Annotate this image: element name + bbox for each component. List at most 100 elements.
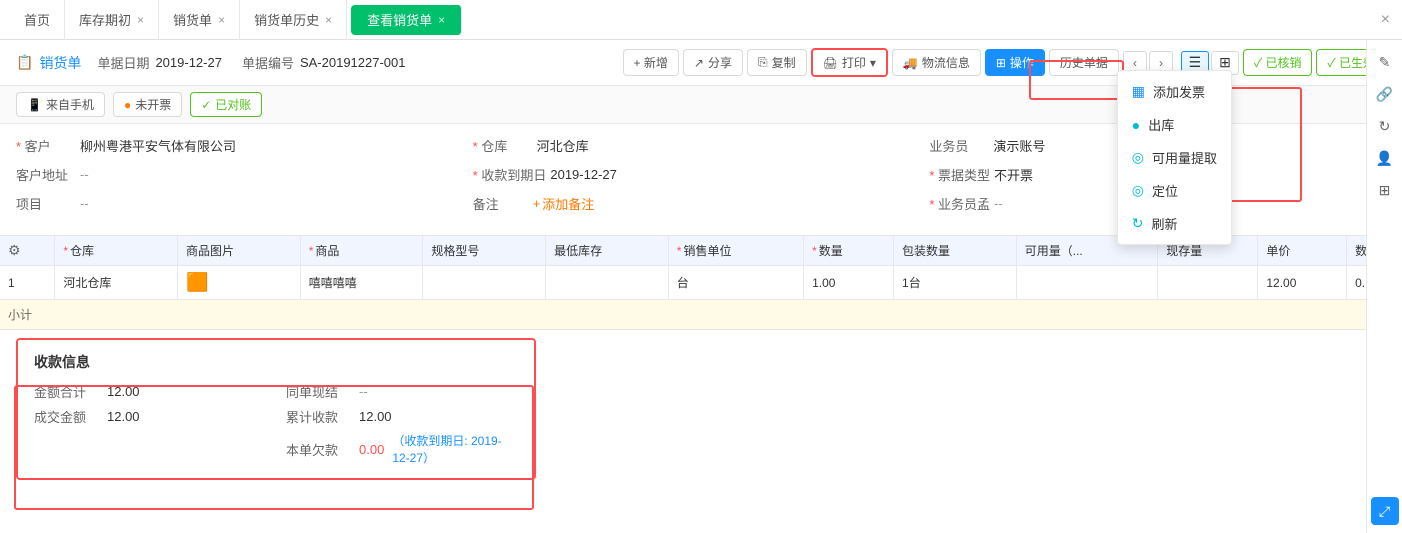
truck-icon: 🚚 (903, 56, 918, 70)
doc-icon: 📋 (16, 54, 33, 71)
cell-min-stock (546, 266, 669, 300)
customer-label: 客户 (16, 136, 76, 155)
check-button[interactable]: ✓ 已对账 (190, 92, 262, 117)
history-button[interactable]: 历史单据 (1049, 49, 1119, 76)
operations-dropdown: ▦ 添加发票 ● 出库 ◎ 可用量提取 ◎ 定位 ↻ 刷新 (1117, 70, 1232, 245)
th-warehouse: *仓库 (55, 236, 178, 266)
logistics-button[interactable]: 🚚 物流信息 (892, 49, 981, 76)
from-phone-button[interactable]: 📱 来自手机 (16, 92, 105, 117)
payment-due-row: 本单欠款 0.00 （收款到期日: 2019-12-27） (286, 432, 518, 466)
not-open-button[interactable]: ● 未开票 (113, 92, 182, 117)
th-image: 商品图片 (178, 236, 301, 266)
link-sidebar-button[interactable]: 🔗 (1371, 80, 1399, 108)
payment-due-value: 0.00 (359, 442, 384, 457)
address-label: 客户地址 (16, 165, 76, 184)
tab-close-check[interactable]: × (438, 13, 445, 27)
subtotal-label: 小计 (0, 300, 1402, 330)
locate-item[interactable]: ◎ 定位 (1118, 174, 1231, 207)
doc-date-value: 2019-12-27 (155, 55, 222, 70)
tab-close-sales[interactable]: × (218, 13, 225, 27)
refresh-icon: ↻ (1132, 215, 1144, 232)
sales-staff-value: -- (994, 196, 1003, 211)
payment-total-label: 金额合计 (34, 382, 99, 401)
customer-value: 柳州粤港平安气体有限公司 (80, 136, 236, 155)
payment-grid: 金额合计 12.00 同单现结 -- 成交金额 12.00 累计收款 12.00 (34, 382, 518, 466)
phone-icon: 📱 (27, 98, 42, 112)
subtotal-row: 小计 (0, 300, 1402, 330)
tab-bar: 首页 库存期初 × 销货单 × 销货单历史 × 查看销货单 × × (0, 0, 1402, 40)
payment-box: 收款信息 金额合计 12.00 同单现结 -- 成交金额 12.00 累计收款 … (16, 338, 536, 480)
tab-close-inventory[interactable]: × (137, 13, 144, 27)
available-icon: ◎ (1132, 149, 1144, 166)
payment-same-order-label: 同单现结 (286, 382, 351, 401)
payment-cumulative-label: 累计收款 (286, 407, 351, 426)
outbound-item[interactable]: ● 出库 (1118, 108, 1231, 141)
window-close-button[interactable]: × (1381, 11, 1390, 29)
doc-title-text: 销货单 (39, 53, 81, 73)
refresh-sidebar-button[interactable]: ↻ (1371, 112, 1399, 140)
operations-button[interactable]: ⊞ 操作 (985, 49, 1045, 76)
cell-index: 1 (0, 266, 55, 300)
ticket-icon: ● (124, 98, 131, 112)
refresh-item[interactable]: ↻ 刷新 (1118, 207, 1231, 240)
print-dropdown-arrow[interactable]: ▾ (870, 56, 876, 70)
available-extract-item[interactable]: ◎ 可用量提取 (1118, 141, 1231, 174)
expand-sidebar-button[interactable]: ⤢ (1371, 497, 1399, 525)
project-value: -- (80, 196, 89, 211)
due-date-field: 收款到期日 2019-12-27 (473, 165, 930, 184)
cell-price: 12.00 (1258, 266, 1347, 300)
copy-button[interactable]: ⎘ 复制 (747, 49, 807, 76)
tab-check-sales[interactable]: 查看销货单 × (351, 5, 462, 35)
doc-date-label: 单据日期 (97, 53, 149, 72)
products-table: ⚙ *仓库 商品图片 *商品 规格型号 最低库存 *销售单位 *数量 包装数量 … (0, 236, 1402, 330)
cancelled-button[interactable]: ✓ 已核销 (1243, 49, 1313, 76)
payment-transaction-value: 12.00 (107, 409, 140, 424)
th-qty: *数量 (804, 236, 894, 266)
payment-total-value: 12.00 (107, 384, 140, 399)
tab-inventory-init[interactable]: 库存期初 × (65, 0, 159, 40)
th-pack-qty: 包装数量 (894, 236, 1017, 266)
cell-spec (423, 266, 546, 300)
due-date-label: 收款到期日 (473, 165, 547, 184)
table-sidebar-button[interactable]: ⊞ (1371, 176, 1399, 204)
share-button[interactable]: ↗ 分享 (683, 49, 743, 76)
address-field: 客户地址 -- (16, 165, 473, 184)
doc-no-label: 单据编号 (242, 53, 294, 72)
warehouse-field: 仓库 河北仓库 (473, 136, 930, 155)
ticket-value: 不开票 (994, 165, 1033, 184)
customer-field: 客户 柳州粤港平安气体有限公司 (16, 136, 473, 155)
th-settings[interactable]: ⚙ (0, 236, 55, 266)
tab-home[interactable]: 首页 (10, 0, 65, 40)
warehouse-label: 仓库 (473, 136, 533, 155)
payment-cumulative-value: 12.00 (359, 409, 392, 424)
share-icon: ↗ (694, 56, 704, 70)
doc-meta: 单据日期 2019-12-27 单据编号 SA-20191227-001 (97, 53, 405, 72)
address-value: -- (80, 167, 89, 182)
check-icon: ✓ (201, 98, 211, 112)
doc-title: 📋 销货单 (16, 53, 81, 73)
add-note-button[interactable]: 添加备注 (533, 194, 595, 213)
th-unit: *销售单位 (668, 236, 803, 266)
print-button[interactable]: 🖨 打印 ▾ (811, 48, 888, 77)
staff-label: 业务员 (929, 136, 989, 155)
edit-sidebar-button[interactable]: ✎ (1371, 48, 1399, 76)
tab-sales-order[interactable]: 销货单 × (159, 0, 240, 40)
user-sidebar-button[interactable]: 👤 (1371, 144, 1399, 172)
doc-no-field: 单据编号 SA-20191227-001 (242, 53, 406, 72)
cell-unit: 台 (668, 266, 803, 300)
cell-current (1158, 266, 1258, 300)
new-button[interactable]: + 新增 (623, 49, 679, 76)
note-field: 备注 添加备注 (473, 194, 930, 213)
cell-image: 🟧 (178, 266, 301, 300)
th-price: 单价 (1258, 236, 1347, 266)
table-row: 1 河北仓库 🟧 嘻嘻嘻嘻 台 1.00 1台 12.00 0. (0, 266, 1402, 300)
cell-product: 嘻嘻嘻嘻 (300, 266, 423, 300)
payment-transaction-row: 成交金额 12.00 (34, 407, 266, 426)
add-invoice-item[interactable]: ▦ 添加发票 (1118, 75, 1231, 108)
tab-close-history[interactable]: × (325, 13, 332, 27)
toolbar: + 新增 ↗ 分享 ⎘ 复制 🖨 打印 ▾ 🚚 物流信息 (623, 48, 1386, 77)
cell-pack-qty: 1台 (894, 266, 1017, 300)
note-label: 备注 (473, 194, 533, 213)
tab-sales-history[interactable]: 销货单历史 × (240, 0, 347, 40)
project-label: 项目 (16, 194, 76, 213)
